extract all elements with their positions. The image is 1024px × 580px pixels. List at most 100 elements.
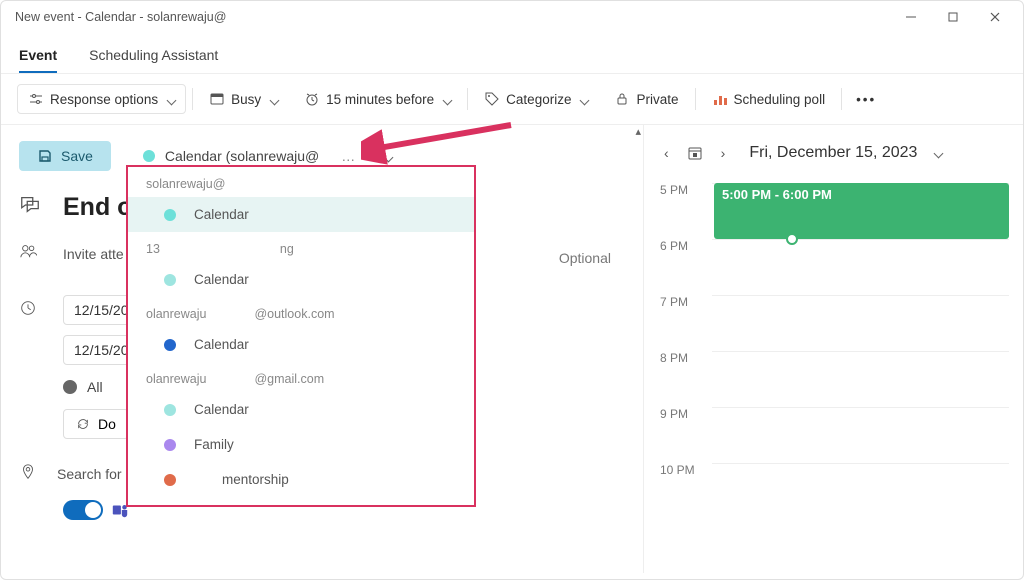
hour-label: 6 PM [660,239,712,253]
date-label[interactable]: Fri, December 15, 2023 [749,144,917,162]
clock-icon [19,299,43,322]
location-icon [19,463,37,484]
busy-label: Busy [231,92,261,107]
busy-status-button[interactable]: Busy [199,85,288,113]
scheduling-poll-button[interactable]: Scheduling poll [702,85,836,113]
minimize-button[interactable] [891,3,931,31]
save-label: Save [61,148,93,164]
event-form-pane: ▴ Save Calendar (solanrewaju@ … solanrew… [1,125,643,573]
invite-attendees-input[interactable]: Invite atte [63,246,124,262]
titlebar: New event - Calendar - solanrewaju@ [1,1,1023,33]
event-resize-handle[interactable] [786,233,798,245]
close-button[interactable] [975,3,1015,31]
private-label: Private [636,92,678,107]
hour-slot[interactable] [712,351,1009,407]
window-controls [891,3,1015,31]
busy-icon [209,91,225,107]
calendar-dot-icon [143,150,155,162]
repeat-button[interactable]: Do [63,409,129,439]
optional-button[interactable]: Optional [559,250,611,266]
divider [467,88,468,110]
time-grid[interactable]: 5 PM 5:00 PM - 6:00 PM 6 PM 7 PM 8 PM 9 … [660,183,1023,519]
hour-row: 6 PM [660,239,1023,295]
hour-row: 10 PM [660,463,1023,519]
chevron-down-icon [577,92,588,107]
window-title: New event - Calendar - solanrewaju@ [15,10,226,24]
calendar-selector[interactable]: Calendar (solanrewaju@ … [143,148,392,164]
tab-event[interactable]: Event [19,39,57,73]
dropdown-group-label: olanrewaju @outlook.com [128,297,474,327]
hour-slot[interactable] [712,295,1009,351]
chat-icon [19,194,43,222]
dropdown-group-label: olanrewaju @gmail.com [128,362,474,392]
calendar-dot-icon [164,339,176,351]
event-time-label: 5:00 PM - 6:00 PM [722,187,832,202]
dropdown-group-label: solanrewaju@ [128,167,474,197]
calendar-selector-label: Calendar (solanrewaju@ [165,148,319,164]
dropdown-item-label: Calendar [194,272,249,287]
tab-bar: Event Scheduling Assistant [1,39,1023,73]
chevron-down-icon [931,144,942,162]
end-date-input[interactable]: 12/15/20 [63,335,131,365]
hour-label: 5 PM [660,183,712,197]
reminder-label: 15 minutes before [326,92,434,107]
calendar-selector-more: … [341,148,355,164]
hour-label: 10 PM [660,463,712,477]
hour-slot[interactable] [712,463,1009,519]
private-button[interactable]: Private [604,85,688,113]
start-date-input[interactable]: 12/15/20 [63,295,131,325]
today-icon[interactable] [687,145,703,161]
scroll-up-icon[interactable]: ▴ [635,125,641,138]
dropdown-item-label: mentorship [222,472,289,487]
response-options-button[interactable]: Response options [17,84,186,114]
dropdown-item-calendar[interactable]: Calendar [128,327,474,362]
chevron-down-icon [381,148,392,164]
prev-day-button[interactable]: ‹ [660,141,673,165]
hour-row: 7 PM [660,295,1023,351]
calendar-preview-pane: ‹ › Fri, December 15, 2023 5 PM 5:00 PM … [643,125,1023,573]
date-navigation: ‹ › Fri, December 15, 2023 [660,141,1023,165]
dropdown-item-calendar[interactable]: Calendar [128,392,474,427]
hour-label: 9 PM [660,407,712,421]
divider [841,88,842,110]
people-icon [19,242,43,265]
dropdown-item-calendar[interactable]: Calendar [128,262,474,297]
save-button[interactable]: Save [19,141,111,171]
dropdown-item-family[interactable]: Family [128,427,474,462]
hour-slot[interactable] [712,239,1009,295]
categorize-button[interactable]: Categorize [474,85,598,113]
tag-icon [484,91,500,107]
chevron-down-icon [164,92,175,107]
allday-toggle[interactable] [63,380,77,394]
next-day-button[interactable]: › [717,141,730,165]
sliders-icon [28,91,44,107]
dropdown-item-calendar[interactable]: Calendar [128,197,474,232]
more-button[interactable]: ••• [848,86,884,113]
hour-row: 8 PM [660,351,1023,407]
teams-meeting-toggle[interactable] [63,500,103,520]
calendar-dropdown-panel[interactable]: solanrewaju@ Calendar 13 ng Calendar ola… [126,165,476,507]
dropdown-group-label: 13 ng [128,232,474,262]
divider [192,88,193,110]
maximize-button[interactable] [933,3,973,31]
ellipsis-icon: ••• [856,92,876,107]
hour-slot[interactable] [712,407,1009,463]
chevron-down-icon [440,92,451,107]
dropdown-item-mentorship[interactable]: mentorship [128,462,474,497]
chevron-down-icon [267,92,278,107]
reminder-button[interactable]: 15 minutes before [294,85,461,113]
tab-scheduling-assistant[interactable]: Scheduling Assistant [89,39,218,73]
save-icon [37,148,53,164]
poll-icon [712,91,728,107]
response-options-label: Response options [50,92,158,107]
scheduling-poll-label: Scheduling poll [734,92,826,107]
calendar-dot-icon [164,474,176,486]
hour-label: 8 PM [660,351,712,365]
event-block[interactable]: 5:00 PM - 6:00 PM [714,183,1009,239]
location-input[interactable]: Search for [57,466,122,482]
divider [695,88,696,110]
main-content: ▴ Save Calendar (solanrewaju@ … solanrew… [1,125,1023,573]
calendar-dot-icon [164,274,176,286]
allday-label: All [87,379,103,395]
dropdown-item-label: Calendar [194,337,249,352]
